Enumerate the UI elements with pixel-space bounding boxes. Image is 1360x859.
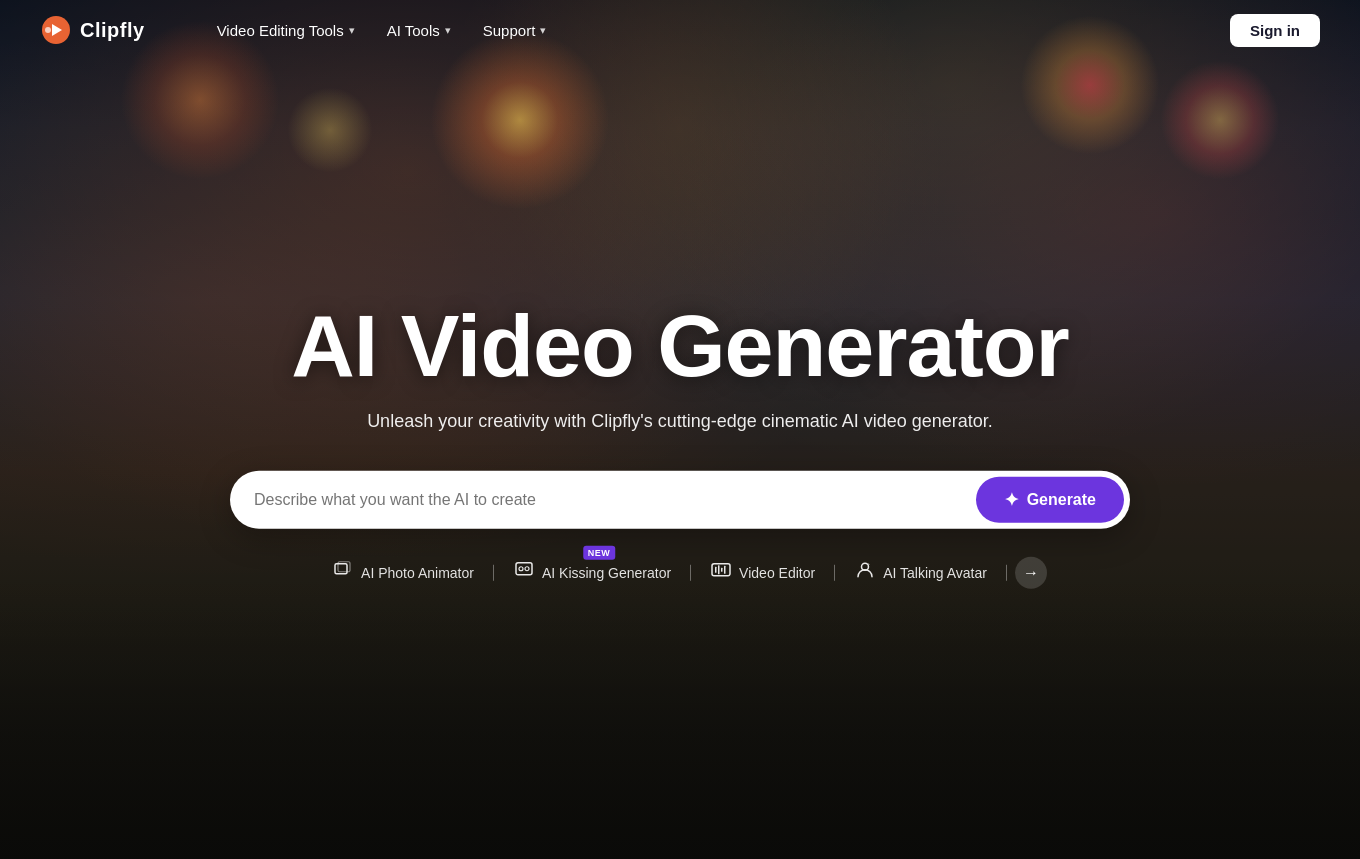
nav-ai-tools-label: AI Tools [387,22,440,39]
ai-talking-avatar-label: AI Talking Avatar [883,565,987,581]
nav-links: Video Editing Tools ▾ AI Tools ▾ Support… [205,16,1230,45]
hero-subtitle: Unleash your creativity with Clipfly's c… [230,408,1130,435]
nav-right: Sign in [1230,14,1320,47]
navbar: Clipfly Video Editing Tools ▾ AI Tools ▾… [0,0,1360,60]
svg-point-1 [45,27,51,33]
quick-link-ai-kissing-generator[interactable]: NEW AI Kissing Generator [494,560,691,585]
chevron-down-icon: ▾ [445,24,451,37]
chevron-down-icon: ▾ [540,24,546,37]
svg-point-5 [519,567,523,571]
ai-photo-animator-label: AI Photo Animator [361,565,474,581]
logo[interactable]: Clipfly [40,14,145,46]
svg-rect-10 [721,568,723,572]
more-tools-button[interactable]: → [1015,557,1047,589]
logo-icon [40,14,72,46]
kissing-icon [514,560,534,585]
hero-content: AI Video Generator Unleash your creativi… [230,299,1130,588]
search-bar: ✦ Generate [230,471,1130,529]
chevron-down-icon: ▾ [349,24,355,37]
svg-point-6 [525,567,529,571]
generate-button[interactable]: ✦ Generate [976,477,1124,523]
hero-title: AI Video Generator [230,299,1130,391]
svg-rect-11 [724,566,726,574]
photo-anim-icon [333,560,353,585]
svg-rect-9 [718,566,720,575]
nav-support-label: Support [483,22,536,39]
quick-link-ai-photo-animator[interactable]: AI Photo Animator [313,560,494,585]
generate-label: Generate [1027,491,1096,509]
nav-ai-tools[interactable]: AI Tools ▾ [375,16,463,45]
ai-kissing-generator-label: AI Kissing Generator [542,565,671,581]
quick-links: AI Photo Animator NEW AI Kissing Generat… [230,557,1130,589]
video-editor-icon [711,560,731,585]
svg-rect-8 [715,567,717,573]
quick-link-video-editor[interactable]: Video Editor [691,560,835,585]
quick-link-ai-talking-avatar[interactable]: AI Talking Avatar [835,560,1007,585]
sparkle-icon: ✦ [1004,489,1019,511]
video-editor-label: Video Editor [739,565,815,581]
nav-support[interactable]: Support ▾ [471,16,559,45]
arrow-right-icon: → [1023,564,1039,582]
sign-in-button[interactable]: Sign in [1230,14,1320,47]
nav-video-editing-label: Video Editing Tools [217,22,344,39]
firework-5 [280,80,380,180]
brand-name: Clipfly [80,19,145,42]
firework-3 [1160,60,1280,180]
nav-video-editing-tools[interactable]: Video Editing Tools ▾ [205,16,367,45]
search-input[interactable] [254,481,976,519]
landscape-overlay [0,579,1360,859]
avatar-icon [855,560,875,585]
new-badge: NEW [583,546,616,560]
